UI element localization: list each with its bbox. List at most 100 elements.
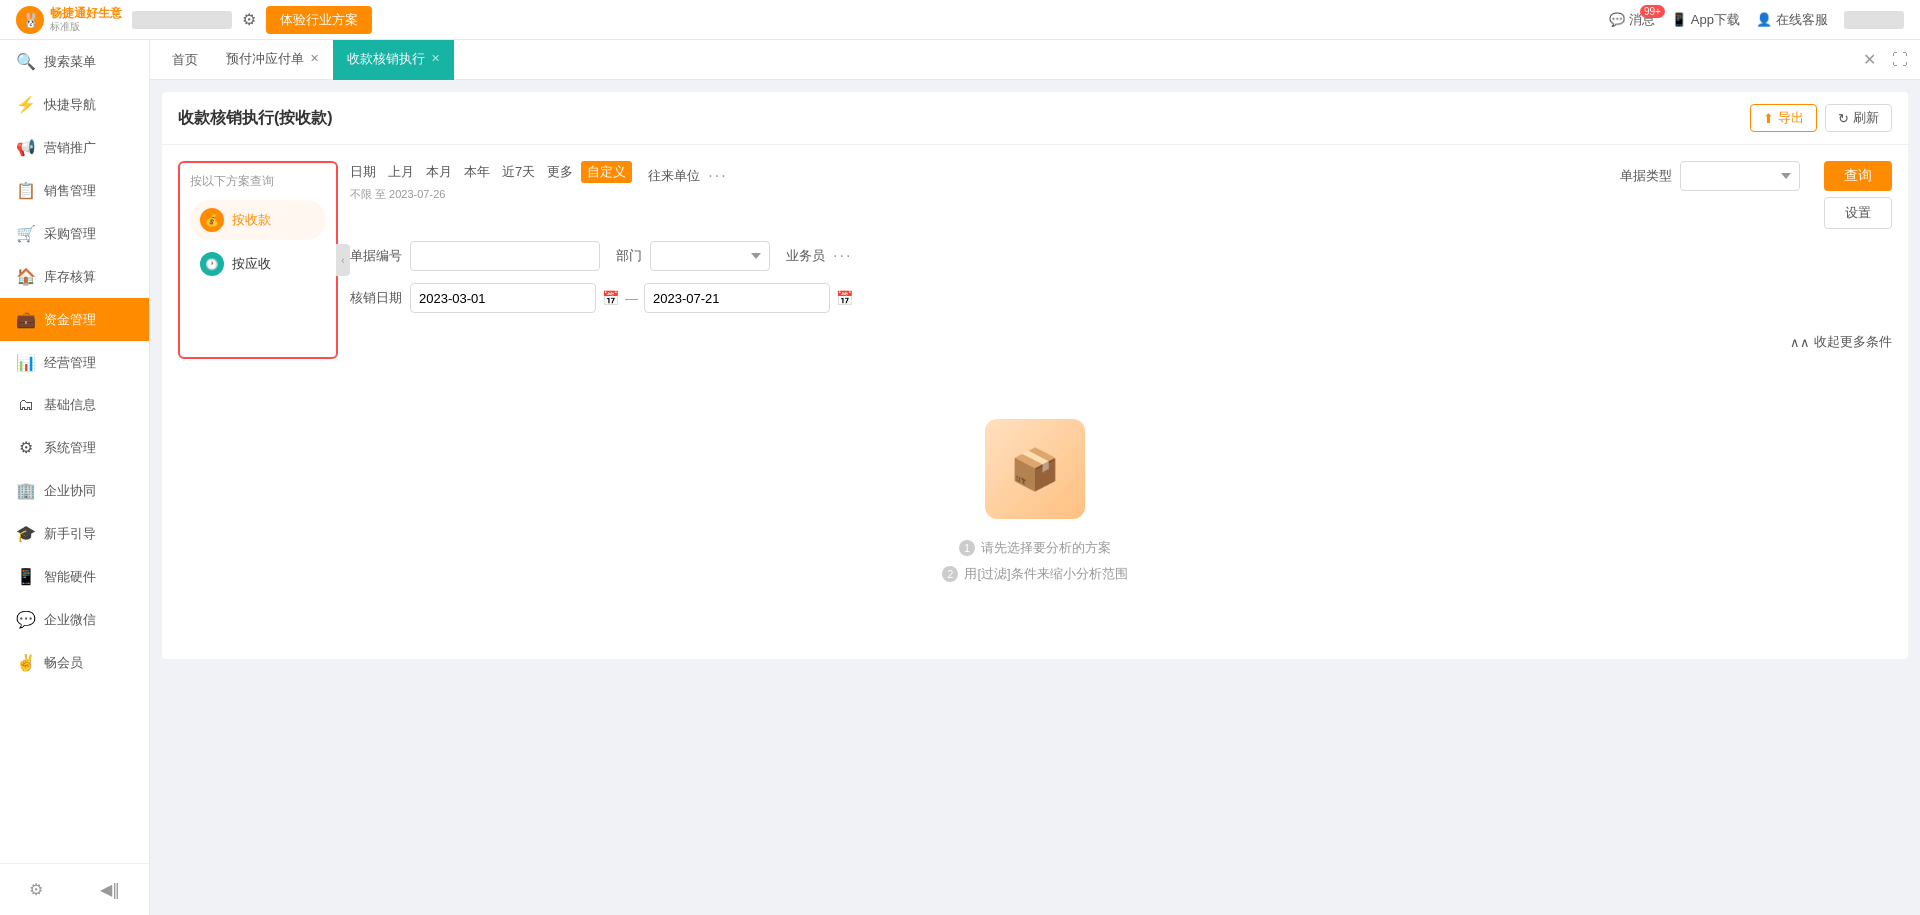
filter-sidebar-title: 按以下方案查询 (190, 173, 326, 190)
sidebar-item-inventory[interactable]: 🏠 库存核算 (0, 255, 149, 298)
sidebar-item-guide[interactable]: 🎓 新手引导 (0, 512, 149, 555)
business-icon: 📊 (16, 353, 36, 372)
service-label: 在线客服 (1776, 11, 1828, 29)
settings-gear-icon[interactable]: ⚙ (242, 10, 256, 29)
sidebar-item-basic-info[interactable]: 🗂 基础信息 (0, 384, 149, 426)
user-avatar[interactable] (1844, 11, 1904, 29)
export-icon: ⬆ (1763, 111, 1774, 126)
top-bar-left: 🐰 畅捷通好生意 标准版 ⚙ 体验行业方案 (16, 6, 372, 34)
tab-collection-close[interactable]: ✕ (431, 52, 440, 65)
filter-option-receipt[interactable]: 💰 按收款 (190, 200, 326, 240)
date-last-month[interactable]: 上月 (384, 161, 418, 183)
receivable-icon: 🕐 (200, 252, 224, 276)
calendar-start-icon[interactable]: 📅 (602, 290, 619, 306)
collapse-conditions-label: 收起更多条件 (1814, 333, 1892, 351)
settings-bottom-btn[interactable]: ⚙ (21, 872, 51, 907)
sidebar: 🔍 搜索菜单 ⚡ 快捷导航 📢 营销推广 📋 销售管理 🛒 采购管理 🏠 库存核… (0, 40, 150, 915)
sidebar-item-hardware[interactable]: 📱 智能硬件 (0, 555, 149, 598)
tab-expand-btn[interactable]: ⛶ (1888, 47, 1912, 73)
page-area: 收款核销执行(按收款) ⬆ 导出 ↻ 刷新 按以 (150, 80, 1920, 915)
filter-layout: 按以下方案查询 💰 按收款 🕐 按应收 ‹ (178, 161, 1892, 359)
sidebar-label-hardware: 智能硬件 (44, 568, 96, 586)
filter-form: 日期 上月 本月 本年 近7天 更多 自定义 (350, 161, 1892, 359)
filter-sidebar: 按以下方案查询 💰 按收款 🕐 按应收 ‹ (178, 161, 338, 359)
refresh-icon: ↻ (1838, 111, 1849, 126)
date-7days[interactable]: 近7天 (498, 161, 539, 183)
collapse-conditions-btn[interactable]: ∧∧ 收起更多条件 (1790, 325, 1892, 359)
tab-prepay-close[interactable]: ✕ (310, 52, 319, 65)
dept-field: 部门 (616, 241, 770, 271)
sidebar-item-wechat[interactable]: 💬 企业微信 (0, 598, 149, 641)
verify-date-start-input[interactable] (410, 283, 596, 313)
sidebar-item-marketing[interactable]: 📢 营销推广 (0, 126, 149, 169)
hardware-icon: 📱 (16, 567, 36, 586)
sidebar-label-business: 经营管理 (44, 354, 96, 372)
filter-option-receivable[interactable]: 🕐 按应收 (190, 244, 326, 284)
sidebar-label-guide: 新手引导 (44, 525, 96, 543)
filter-sidebar-collapse-btn[interactable]: ‹ (336, 244, 350, 276)
sidebar-label-vip: 畅会员 (44, 654, 83, 672)
empty-illustration-icon: 📦 (1010, 446, 1060, 493)
tab-home[interactable]: 首页 (158, 40, 212, 80)
calendar-end-icon[interactable]: 📅 (836, 290, 853, 306)
top-bar: 🐰 畅捷通好生意 标准版 ⚙ 体验行业方案 💬 消息 99+ 📱 App下载 👤… (0, 0, 1920, 40)
doc-no-input[interactable] (410, 241, 600, 271)
date-custom[interactable]: 自定义 (581, 161, 632, 183)
empty-hint-1: 1 请先选择要分析的方案 (959, 539, 1111, 557)
hint-num-2: 2 (942, 566, 958, 582)
filter-option-receivable-label: 按应收 (232, 255, 271, 273)
refresh-btn[interactable]: ↻ 刷新 (1825, 104, 1892, 132)
content-card: 按以下方案查询 💰 按收款 🕐 按应收 ‹ (162, 145, 1908, 659)
logo-name: 畅捷通好生意 (50, 6, 122, 20)
service-icon: 👤 (1756, 12, 1772, 27)
date-more[interactable]: 更多 (543, 161, 577, 183)
tab-collection[interactable]: 收款核销执行 ✕ (333, 40, 454, 80)
app-download-btn[interactable]: 📱 App下载 (1671, 11, 1740, 29)
empty-hint-1-text: 请先选择要分析的方案 (981, 539, 1111, 557)
sidebar-bottom: ⚙ ◀‖ (0, 863, 149, 915)
verify-date-range: 📅 — 📅 (410, 283, 853, 313)
staff-dots-btn[interactable]: ··· (833, 247, 852, 265)
sidebar-item-business[interactable]: 📊 经营管理 (0, 341, 149, 384)
sidebar-item-sales[interactable]: 📋 销售管理 (0, 169, 149, 212)
app-download-label: App下载 (1691, 11, 1740, 29)
query-btn[interactable]: 查询 (1824, 161, 1892, 191)
doc-type-select[interactable] (1680, 161, 1800, 191)
staff-label: 业务员 (786, 247, 825, 265)
settings-form-btn[interactable]: 设置 (1824, 197, 1892, 229)
empty-hint-2: 2 用[过滤]条件来缩小分析范围 (942, 565, 1127, 583)
sidebar-item-system[interactable]: ⚙ 系统管理 (0, 426, 149, 469)
page-header-actions: ⬆ 导出 ↻ 刷新 (1750, 104, 1892, 132)
dept-select[interactable] (650, 241, 770, 271)
collapse-sidebar-btn[interactable]: ◀‖ (92, 872, 128, 907)
sidebar-item-vip[interactable]: ✌ 畅会员 (0, 641, 149, 684)
user-info-blurred (132, 11, 232, 29)
purchase-icon: 🛒 (16, 224, 36, 243)
online-service-btn[interactable]: 👤 在线客服 (1756, 11, 1828, 29)
logo-icon: 🐰 (16, 6, 44, 34)
sidebar-item-finance[interactable]: 💼 资金管理 (0, 298, 149, 341)
sales-icon: 📋 (16, 181, 36, 200)
marketing-icon: 📢 (16, 138, 36, 157)
verify-date-end-input[interactable] (644, 283, 830, 313)
sidebar-item-search[interactable]: 🔍 搜索菜单 (0, 40, 149, 83)
counterpart-dots-btn[interactable]: ··· (708, 167, 727, 185)
app-icon: 📱 (1671, 12, 1687, 27)
date-range-separator: — (625, 291, 638, 306)
quick-nav-icon: ⚡ (16, 95, 36, 114)
date-this-month[interactable]: 本月 (422, 161, 456, 183)
sidebar-item-purchase[interactable]: 🛒 采购管理 (0, 212, 149, 255)
staff-field: 业务员 ··· (786, 247, 852, 265)
sidebar-item-enterprise[interactable]: 🏢 企业协同 (0, 469, 149, 512)
sidebar-label-sales: 销售管理 (44, 182, 96, 200)
tab-close-all-btn[interactable]: ✕ (1859, 46, 1880, 73)
tab-prepay[interactable]: 预付冲应付单 ✕ (212, 40, 333, 80)
hint-num-1: 1 (959, 540, 975, 556)
message-btn[interactable]: 💬 消息 99+ (1609, 11, 1655, 29)
export-btn[interactable]: ⬆ 导出 (1750, 104, 1817, 132)
industry-btn[interactable]: 体验行业方案 (266, 6, 372, 34)
app-logo: 🐰 畅捷通好生意 标准版 (16, 6, 122, 34)
date-this-year[interactable]: 本年 (460, 161, 494, 183)
sidebar-item-quick-nav[interactable]: ⚡ 快捷导航 (0, 83, 149, 126)
page-header: 收款核销执行(按收款) ⬆ 导出 ↻ 刷新 (162, 92, 1908, 145)
